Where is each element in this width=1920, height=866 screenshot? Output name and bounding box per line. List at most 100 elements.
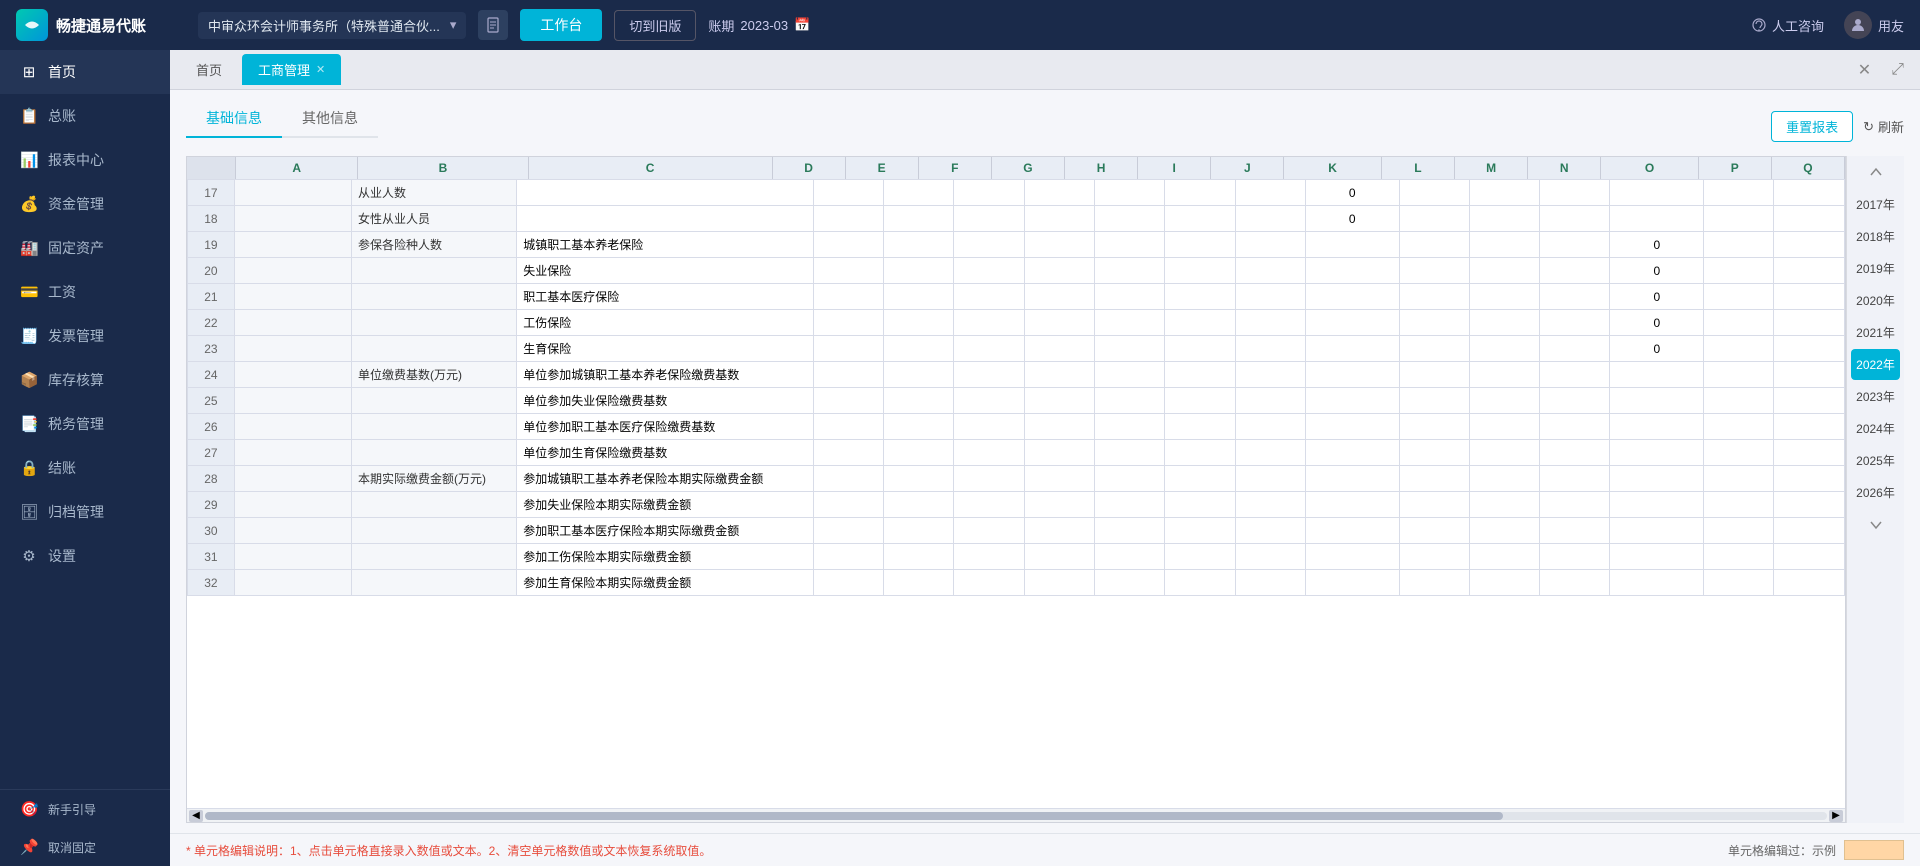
year-item-2020年[interactable]: 2020年 [1851,285,1900,316]
cell-18-e[interactable] [884,206,954,232]
cell-25-l[interactable] [1399,388,1469,414]
company-selector[interactable]: 中审众环会计师事务所（特殊普通合伙... ▾ [198,12,466,39]
cell-24-k[interactable] [1305,362,1399,388]
sidebar-item-reports[interactable]: 📊报表中心 [0,138,170,182]
cell-32-p[interactable] [1704,570,1774,596]
cell-18-k[interactable]: 0 [1305,206,1399,232]
cell-28-q[interactable] [1774,466,1845,492]
cell-32-e[interactable] [884,570,954,596]
cell-18-h[interactable] [1094,206,1164,232]
cell-20-g[interactable] [1024,258,1094,284]
cell-23-q[interactable] [1774,336,1845,362]
cell-28-k[interactable] [1305,466,1399,492]
cell-28-f[interactable] [954,466,1024,492]
cell-22-n[interactable] [1540,310,1610,336]
cell-24-c[interactable]: 单位参加城镇职工基本养老保险缴费基数 [517,362,813,388]
cell-32-f[interactable] [954,570,1024,596]
cell-30-n[interactable] [1540,518,1610,544]
cell-21-m[interactable] [1469,284,1539,310]
cell-29-i[interactable] [1165,492,1235,518]
document-icon[interactable] [478,10,508,40]
cell-26-f[interactable] [954,414,1024,440]
cell-21-n[interactable] [1540,284,1610,310]
cell-26-d[interactable] [813,414,883,440]
cell-23-f[interactable] [954,336,1024,362]
cell-27-d[interactable] [813,440,883,466]
scroll-track[interactable] [205,812,1827,820]
cell-17-k[interactable]: 0 [1305,180,1399,206]
cell-27-q[interactable] [1774,440,1845,466]
cell-25-m[interactable] [1469,388,1539,414]
cell-19-q[interactable] [1774,232,1845,258]
cell-22-c[interactable]: 工伤保险 [517,310,813,336]
cell-31-e[interactable] [884,544,954,570]
cell-17-d[interactable] [813,180,883,206]
sidebar-item-finance[interactable]: 💰资金管理 [0,182,170,226]
cell-17-f[interactable] [954,180,1024,206]
cell-31-n[interactable] [1540,544,1610,570]
cell-21-q[interactable] [1774,284,1845,310]
cell-30-g[interactable] [1024,518,1094,544]
cell-23-l[interactable] [1399,336,1469,362]
cell-19-j[interactable] [1235,232,1305,258]
cell-24-b[interactable]: 单位缴费基数(万元) [352,362,517,388]
cell-24-o[interactable] [1610,362,1704,388]
cell-22-k[interactable] [1305,310,1399,336]
scroll-left-button[interactable]: ◀ [189,810,203,822]
cell-23-n[interactable] [1540,336,1610,362]
cell-18-m[interactable] [1469,206,1539,232]
cell-21-l[interactable] [1399,284,1469,310]
cell-24-e[interactable] [884,362,954,388]
cell-32-c[interactable]: 参加生育保险本期实际缴费金额 [517,570,813,596]
cell-32-k[interactable] [1305,570,1399,596]
cell-30-p[interactable] [1704,518,1774,544]
year-item-2017年[interactable]: 2017年 [1851,189,1900,220]
year-item-2022年[interactable]: 2022年 [1851,349,1900,380]
year-item-2018年[interactable]: 2018年 [1851,221,1900,252]
cell-31-o[interactable] [1610,544,1704,570]
cell-29-h[interactable] [1094,492,1164,518]
year-item-2026年[interactable]: 2026年 [1851,477,1900,508]
sidebar-item-unpin[interactable]: 📌取消固定 [0,828,170,866]
cell-19-b[interactable]: 参保各险种人数 [352,232,517,258]
cell-21-i[interactable] [1165,284,1235,310]
cell-31-b[interactable] [352,544,517,570]
cell-20-d[interactable] [813,258,883,284]
cell-29-g[interactable] [1024,492,1094,518]
cell-30-k[interactable] [1305,518,1399,544]
cell-22-q[interactable] [1774,310,1845,336]
cell-19-m[interactable] [1469,232,1539,258]
cell-18-g[interactable] [1024,206,1094,232]
cell-31-q[interactable] [1774,544,1845,570]
cell-29-d[interactable] [813,492,883,518]
cell-20-c[interactable]: 失业保险 [517,258,813,284]
cell-18-b[interactable]: 女性从业人员 [352,206,517,232]
sub-tab-basic[interactable]: 基础信息 [186,100,282,138]
cell-22-p[interactable] [1704,310,1774,336]
tab-home[interactable]: 首页 [180,54,238,85]
cell-24-a[interactable] [234,362,351,388]
cell-28-j[interactable] [1235,466,1305,492]
cell-30-j[interactable] [1235,518,1305,544]
cell-18-c[interactable] [517,206,813,232]
cell-24-d[interactable] [813,362,883,388]
cell-21-a[interactable] [234,284,351,310]
cell-27-b[interactable] [352,440,517,466]
cell-26-c[interactable]: 单位参加职工基本医疗保险缴费基数 [517,414,813,440]
cell-27-n[interactable] [1540,440,1610,466]
cell-19-c[interactable]: 城镇职工基本养老保险 [517,232,813,258]
cell-17-j[interactable] [1235,180,1305,206]
cell-29-b[interactable] [352,492,517,518]
cell-29-m[interactable] [1469,492,1539,518]
cell-23-k[interactable] [1305,336,1399,362]
cell-30-c[interactable]: 参加职工基本医疗保险本期实际缴费金额 [517,518,813,544]
cell-24-f[interactable] [954,362,1024,388]
cell-17-q[interactable] [1774,180,1845,206]
cell-22-l[interactable] [1399,310,1469,336]
sidebar-item-new-guide[interactable]: 🎯新手引导 [0,790,170,828]
cell-26-p[interactable] [1704,414,1774,440]
cell-30-a[interactable] [234,518,351,544]
sidebar-item-archive[interactable]: 🗄归档管理 [0,490,170,534]
cell-19-o[interactable]: 0 [1610,232,1704,258]
cell-19-k[interactable] [1305,232,1399,258]
